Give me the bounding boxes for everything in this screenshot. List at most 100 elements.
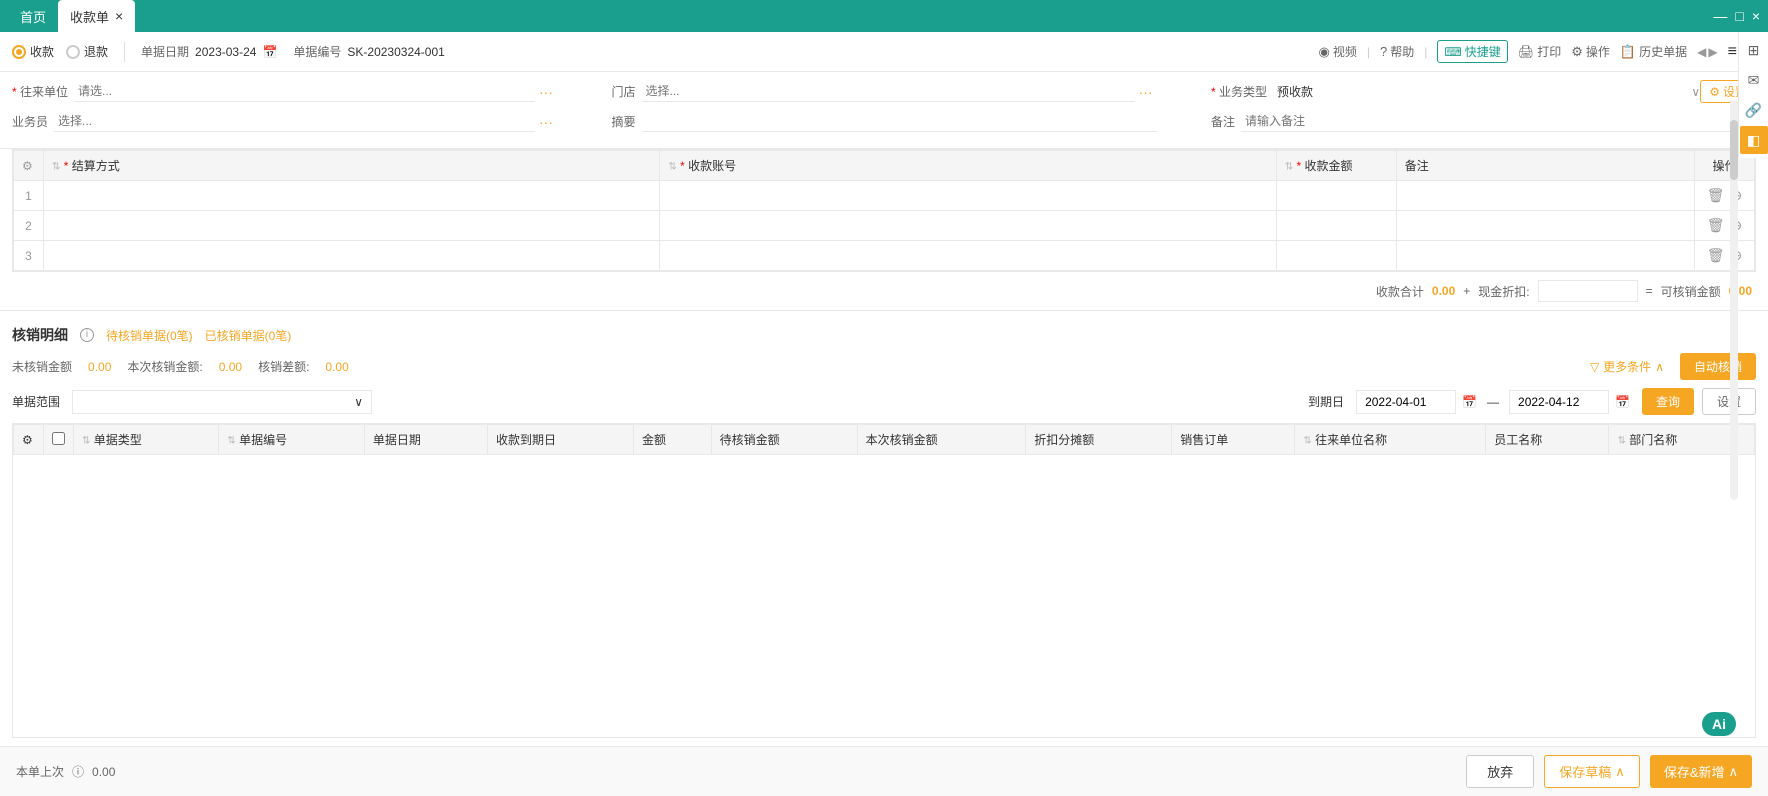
note-field: 备注 xyxy=(1211,111,1756,132)
calendar-icon[interactable]: 📅 xyxy=(262,45,277,59)
radio-refund[interactable]: 退款 xyxy=(66,43,108,60)
nav-arrows: ◀ ▶ xyxy=(1697,45,1717,59)
nav-prev-icon[interactable]: ◀ xyxy=(1697,45,1706,59)
date-separator: — xyxy=(1487,395,1499,409)
row-2-delete-icon[interactable]: 🗑 xyxy=(1707,217,1725,234)
table-settings-icon[interactable]: ⚙ xyxy=(22,159,33,173)
counterparty-label: 往来单位 xyxy=(12,83,74,100)
print-label: 打印 xyxy=(1537,43,1561,60)
window-max-btn[interactable]: □ xyxy=(1735,8,1743,24)
doc-date-label: 单据日期 xyxy=(141,43,189,60)
range-select[interactable]: ∨ xyxy=(72,390,372,414)
query-btn[interactable]: 查询 xyxy=(1642,388,1694,415)
window-min-btn[interactable]: — xyxy=(1713,8,1727,24)
reconciliation-section: 核销明细 i 待核销单据(0笔) 已核销单据(0笔) 未核销金额 0.00 本次… xyxy=(0,317,1768,746)
date-from-icon[interactable]: 📅 xyxy=(1462,395,1477,409)
salesperson-input[interactable] xyxy=(54,111,535,132)
diff-value: 0.00 xyxy=(325,360,348,374)
row-3-settlement[interactable] xyxy=(44,241,660,271)
scrollbar[interactable] xyxy=(1730,100,1738,500)
counterparty-ellipsis[interactable]: ··· xyxy=(535,84,557,100)
row-3-note[interactable] xyxy=(1396,241,1694,271)
footer-info-icon[interactable]: ⓘ xyxy=(72,763,84,780)
row-1-settlement[interactable] xyxy=(44,181,660,211)
print-btn[interactable]: 🖨 打印 xyxy=(1518,43,1562,60)
summary-field: 摘要 xyxy=(612,111,1157,132)
bth-due-date: 收款到期日 xyxy=(488,425,634,455)
date-to-input[interactable] xyxy=(1509,390,1609,414)
right-panel-ai-btn[interactable]: ◧ xyxy=(1740,126,1768,154)
abandon-btn[interactable]: 放弃 xyxy=(1466,755,1534,788)
footer-value: 0.00 xyxy=(92,765,115,779)
tab-collection[interactable]: 收款单 × xyxy=(58,0,135,32)
unverified-label: 未核销金额 xyxy=(12,358,72,375)
help-btn[interactable]: ? 帮助 xyxy=(1380,43,1414,60)
video-btn[interactable]: ◉ 视频 xyxy=(1319,43,1357,60)
store-ellipsis[interactable]: ··· xyxy=(1135,84,1157,100)
row-1-account[interactable] xyxy=(660,181,1276,211)
row-3-account[interactable] xyxy=(660,241,1276,271)
date-to-icon[interactable]: 📅 xyxy=(1615,395,1630,409)
row-2-account[interactable] xyxy=(660,211,1276,241)
row-1-delete-icon[interactable]: 🗑 xyxy=(1707,187,1725,204)
save-new-dropdown-icon[interactable]: ∧ xyxy=(1728,764,1738,780)
footer: 本单上次 ⓘ 0.00 放弃 保存草稿 ∧ 保存&新增 ∧ xyxy=(0,746,1768,796)
discount-input[interactable] xyxy=(1538,280,1638,302)
store-input[interactable] xyxy=(642,81,1135,102)
row-2-note[interactable] xyxy=(1396,211,1694,241)
save-draft-dropdown-icon[interactable]: ∧ xyxy=(1615,764,1625,780)
right-panel-email-btn[interactable]: ✉ xyxy=(1740,66,1768,94)
date-from-input[interactable] xyxy=(1356,390,1456,414)
recon-setting-btn[interactable]: 设置 xyxy=(1702,388,1756,415)
bth-checkbox[interactable] xyxy=(44,425,74,455)
collection-table-container: ⚙ ⇅ * 结算方式 ⇅ * 收款账号 ⇅ * 收款 xyxy=(12,149,1756,272)
select-all-checkbox[interactable] xyxy=(52,432,65,445)
right-panel-attach-btn[interactable]: 🔗 xyxy=(1740,96,1768,124)
done-tab[interactable]: 已核销单据(0笔) xyxy=(205,327,292,344)
radio-collection[interactable]: 收款 xyxy=(12,43,54,60)
salesperson-ellipsis[interactable]: ··· xyxy=(535,114,557,130)
tab-home[interactable]: 首页 xyxy=(8,0,58,32)
auto-recon-btn[interactable]: 自动核销 xyxy=(1680,353,1756,380)
summary-input[interactable] xyxy=(642,111,1157,132)
recon-info-icon[interactable]: i xyxy=(80,328,94,342)
doc-no-field: 单据编号 SK-20230324-001 xyxy=(293,43,444,60)
biz-type-dropdown[interactable]: ∨ xyxy=(1691,85,1700,99)
row-1-amount[interactable] xyxy=(1276,181,1396,211)
more-conditions-btn[interactable]: ▽ 更多条件 ∧ xyxy=(1590,358,1664,375)
pending-tab[interactable]: 待核销单据(0笔) xyxy=(106,327,193,344)
history-btn[interactable]: 📋 历史单据 xyxy=(1620,43,1687,60)
counterparty-input[interactable] xyxy=(74,81,535,102)
scrollbar-thumb[interactable] xyxy=(1730,120,1738,180)
row-3-delete-icon[interactable]: 🗑 xyxy=(1707,247,1725,264)
bth-settings[interactable]: ⚙ xyxy=(14,425,44,455)
form-area: 往来单位 ··· 门店 ··· 业务类型 预收款 ∨ ⚙ 设置 xyxy=(0,72,1768,149)
table-row: 2 🗑 ⊕ xyxy=(14,211,1755,241)
row-2-settlement[interactable] xyxy=(44,211,660,241)
th-settings[interactable]: ⚙ xyxy=(14,151,44,181)
right-panel-table-btn[interactable]: ⊞ xyxy=(1740,36,1768,64)
save-new-btn[interactable]: 保存&新增 ∧ xyxy=(1650,755,1752,788)
footer-order-label: 本单上次 xyxy=(16,763,64,780)
tab-close-icon[interactable]: × xyxy=(115,9,123,23)
radio-collection-dot xyxy=(12,45,26,59)
row-2-amount[interactable] xyxy=(1276,211,1396,241)
summary-row: 收款合计 0.00 + 现金折扣: = 可核销金额 0.00 xyxy=(0,272,1768,311)
settings-icon: ⚙ xyxy=(1709,85,1720,99)
window-close-btn[interactable]: × xyxy=(1752,8,1760,24)
save-draft-btn[interactable]: 保存草稿 ∧ xyxy=(1544,755,1640,788)
row-num-3: 3 xyxy=(14,241,44,271)
row-1-note[interactable] xyxy=(1396,181,1694,211)
note-input[interactable] xyxy=(1241,111,1756,132)
row-3-amount[interactable] xyxy=(1276,241,1396,271)
operation-btn[interactable]: ⚙ 操作 xyxy=(1571,43,1610,60)
ai-badge[interactable]: Ai xyxy=(1702,712,1736,736)
form-row-1: 往来单位 ··· 门店 ··· 业务类型 预收款 ∨ ⚙ 设置 xyxy=(12,80,1756,103)
shortcut-btn[interactable]: ⌨ 快捷键 xyxy=(1437,40,1507,63)
history-label: 历史单据 xyxy=(1639,43,1687,60)
recon-title: 核销明细 xyxy=(12,325,68,345)
form-row-2: 业务员 ··· 摘要 备注 xyxy=(12,111,1756,132)
nav-next-icon[interactable]: ▶ xyxy=(1708,45,1717,59)
operation-icon: ⚙ xyxy=(1571,44,1583,60)
row-num-1: 1 xyxy=(14,181,44,211)
